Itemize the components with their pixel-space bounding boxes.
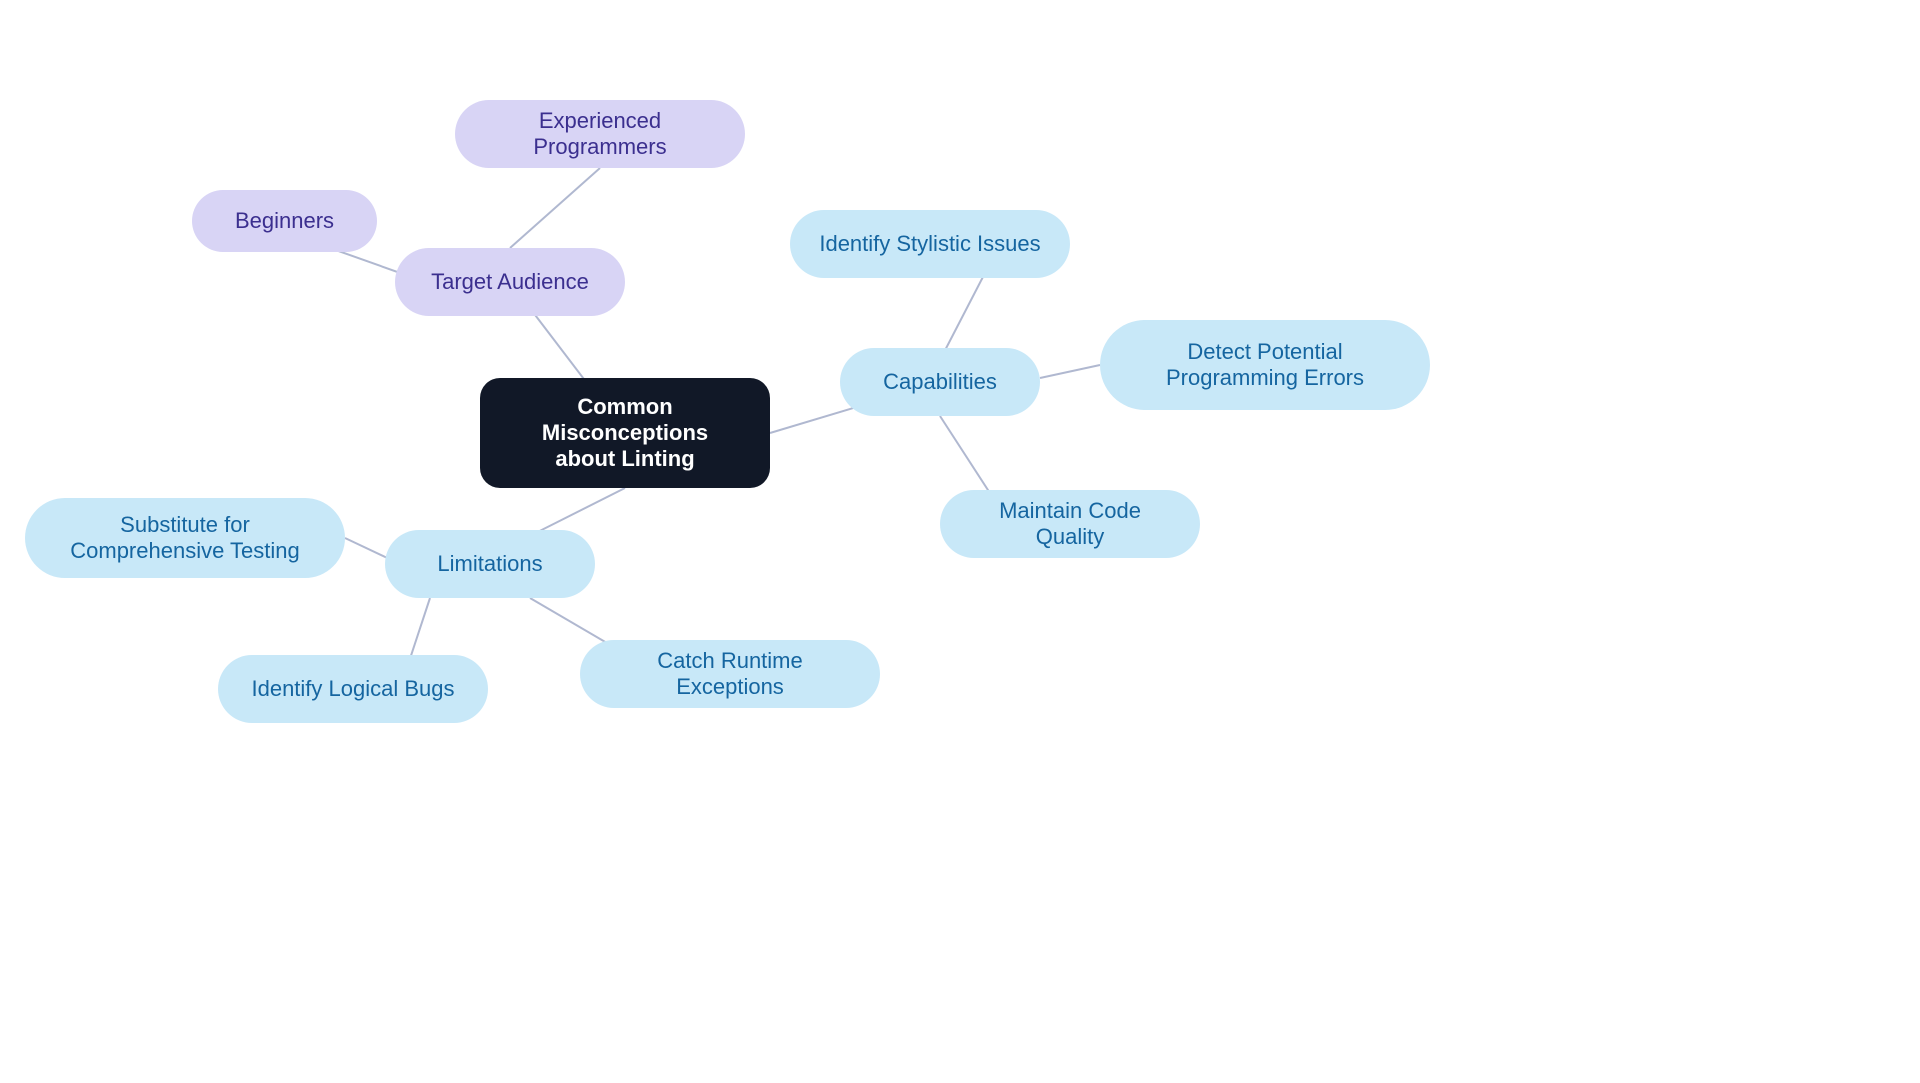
experienced-label: Experienced Programmers xyxy=(483,108,717,160)
catch-label: Catch Runtime Exceptions xyxy=(608,648,852,700)
beginners-node: Beginners xyxy=(192,190,377,252)
beginners-label: Beginners xyxy=(235,208,334,234)
target-audience-node: Target Audience xyxy=(395,248,625,316)
limitations-label: Limitations xyxy=(437,551,542,577)
maintain-label: Maintain Code Quality xyxy=(968,498,1172,550)
detect-node: Detect Potential Programming Errors xyxy=(1100,320,1430,410)
capabilities-label: Capabilities xyxy=(883,369,997,395)
limitations-node: Limitations xyxy=(385,530,595,598)
logical-node: Identify Logical Bugs xyxy=(218,655,488,723)
experienced-node: Experienced Programmers xyxy=(455,100,745,168)
capabilities-node: Capabilities xyxy=(840,348,1040,416)
center-node: Common Misconceptions about Linting xyxy=(480,378,770,488)
mind-map: Common Misconceptions about Linting Targ… xyxy=(0,0,1920,1083)
stylistic-node: Identify Stylistic Issues xyxy=(790,210,1070,278)
substitute-node: Substitute for Comprehensive Testing xyxy=(25,498,345,578)
center-label: Common Misconceptions about Linting xyxy=(508,394,742,472)
catch-node: Catch Runtime Exceptions xyxy=(580,640,880,708)
target-audience-label: Target Audience xyxy=(431,269,589,295)
stylistic-label: Identify Stylistic Issues xyxy=(819,231,1040,257)
logical-label: Identify Logical Bugs xyxy=(251,676,454,702)
maintain-node: Maintain Code Quality xyxy=(940,490,1200,558)
detect-label: Detect Potential Programming Errors xyxy=(1128,339,1402,391)
substitute-label: Substitute for Comprehensive Testing xyxy=(53,512,317,564)
